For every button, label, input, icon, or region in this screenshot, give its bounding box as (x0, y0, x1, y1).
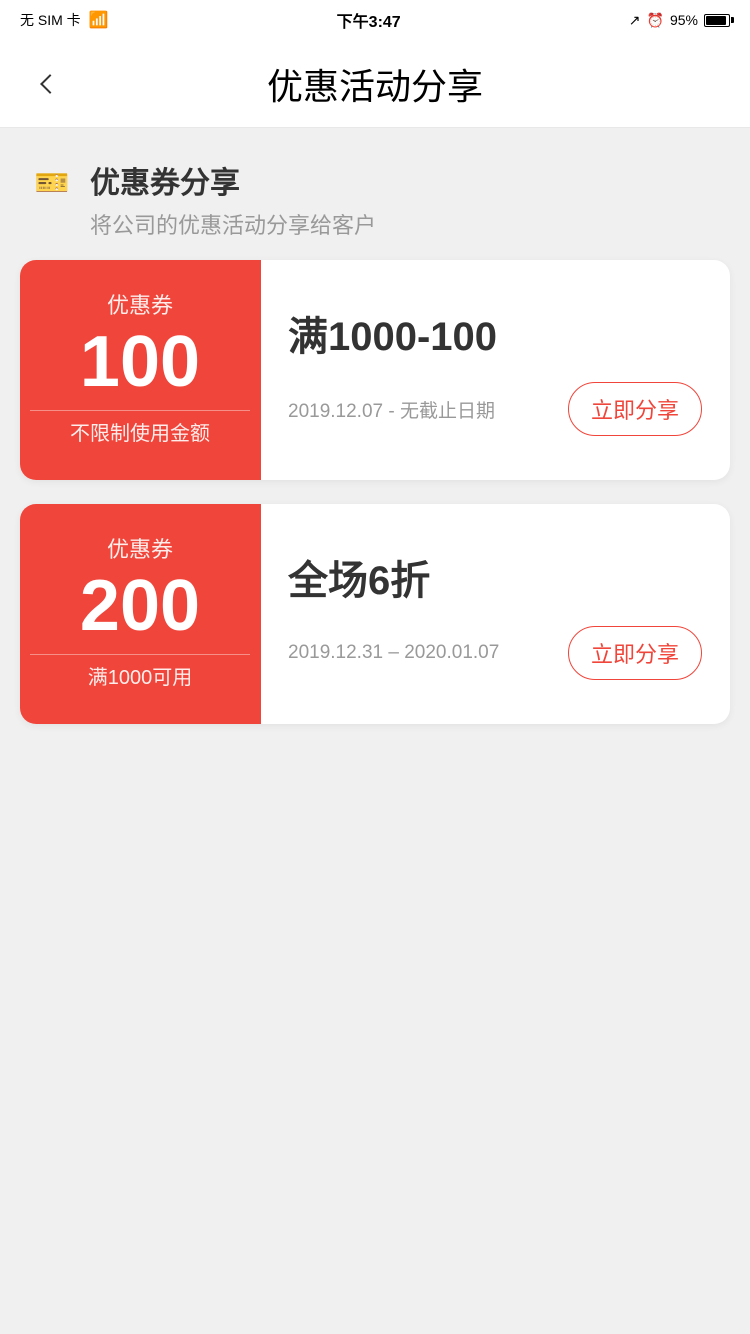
wifi-icon: 📶 (89, 10, 109, 30)
coupon-amount-1: 100 (80, 326, 200, 398)
coupon-meta-2: 2019.12.31 – 2020.01.07 立即分享 (288, 626, 702, 680)
coupon-icon: 🎫 (35, 166, 70, 199)
page-background (0, 748, 750, 1248)
section-text: 优惠券分享 将公司的优惠活动分享给客户 (90, 158, 376, 240)
coupon-amount-2: 200 (80, 570, 200, 642)
coupon-label-2: 优惠券 (107, 532, 173, 564)
coupon-left-1: 优惠券 100 不限制使用金额 (20, 260, 260, 480)
coupon-list: 优惠券 100 不限制使用金额 满1000-100 2019.12.07 - 无… (0, 260, 750, 748)
status-left: 无 SIM 卡 📶 (20, 10, 109, 30)
coupon-card-1: 优惠券 100 不限制使用金额 满1000-100 2019.12.07 - 无… (20, 260, 730, 480)
location-icon: ↗ (629, 12, 641, 29)
coupon-left-2: 优惠券 200 满1000可用 (20, 504, 260, 724)
coupon-condition-2: 满1000可用 (30, 654, 250, 696)
back-arrow-icon (40, 74, 60, 94)
section-icon: 🎫 (30, 160, 74, 204)
coupon-condition-1: 不限制使用金额 (30, 410, 250, 452)
section-subtitle: 将公司的优惠活动分享给客户 (90, 208, 376, 240)
coupon-meta-1: 2019.12.07 - 无截止日期 立即分享 (288, 382, 702, 436)
coupon-date-2: 2019.12.31 – 2020.01.07 (288, 642, 499, 664)
share-button-1[interactable]: 立即分享 (568, 382, 702, 436)
back-button[interactable] (28, 62, 72, 106)
status-time: 下午3:47 (337, 8, 401, 32)
section-header: 🎫 优惠券分享 将公司的优惠活动分享给客户 (0, 128, 750, 260)
status-bar: 无 SIM 卡 📶 下午3:47 ↗ ⏰ 95% (0, 0, 750, 40)
coupon-right-1: 满1000-100 2019.12.07 - 无截止日期 立即分享 (260, 260, 730, 480)
section-title: 优惠券分享 (90, 158, 376, 202)
coupon-label-1: 优惠券 (107, 288, 173, 320)
coupon-date-1: 2019.12.07 - 无截止日期 (288, 396, 495, 423)
nav-bar: 优惠活动分享 (0, 40, 750, 128)
coupon-card-2: 优惠券 200 满1000可用 全场6折 2019.12.31 – 2020.0… (20, 504, 730, 724)
page-title: 优惠活动分享 (267, 58, 483, 110)
coupon-name-2: 全场6折 (288, 548, 702, 606)
coupon-name-1: 满1000-100 (288, 304, 702, 362)
battery-percent: 95% (670, 12, 698, 28)
coupon-right-2: 全场6折 2019.12.31 – 2020.01.07 立即分享 (260, 504, 730, 724)
battery-icon (704, 14, 730, 27)
alarm-icon: ⏰ (647, 12, 664, 29)
carrier-text: 无 SIM 卡 (20, 10, 81, 30)
share-button-2[interactable]: 立即分享 (568, 626, 702, 680)
status-right: ↗ ⏰ 95% (629, 12, 730, 29)
